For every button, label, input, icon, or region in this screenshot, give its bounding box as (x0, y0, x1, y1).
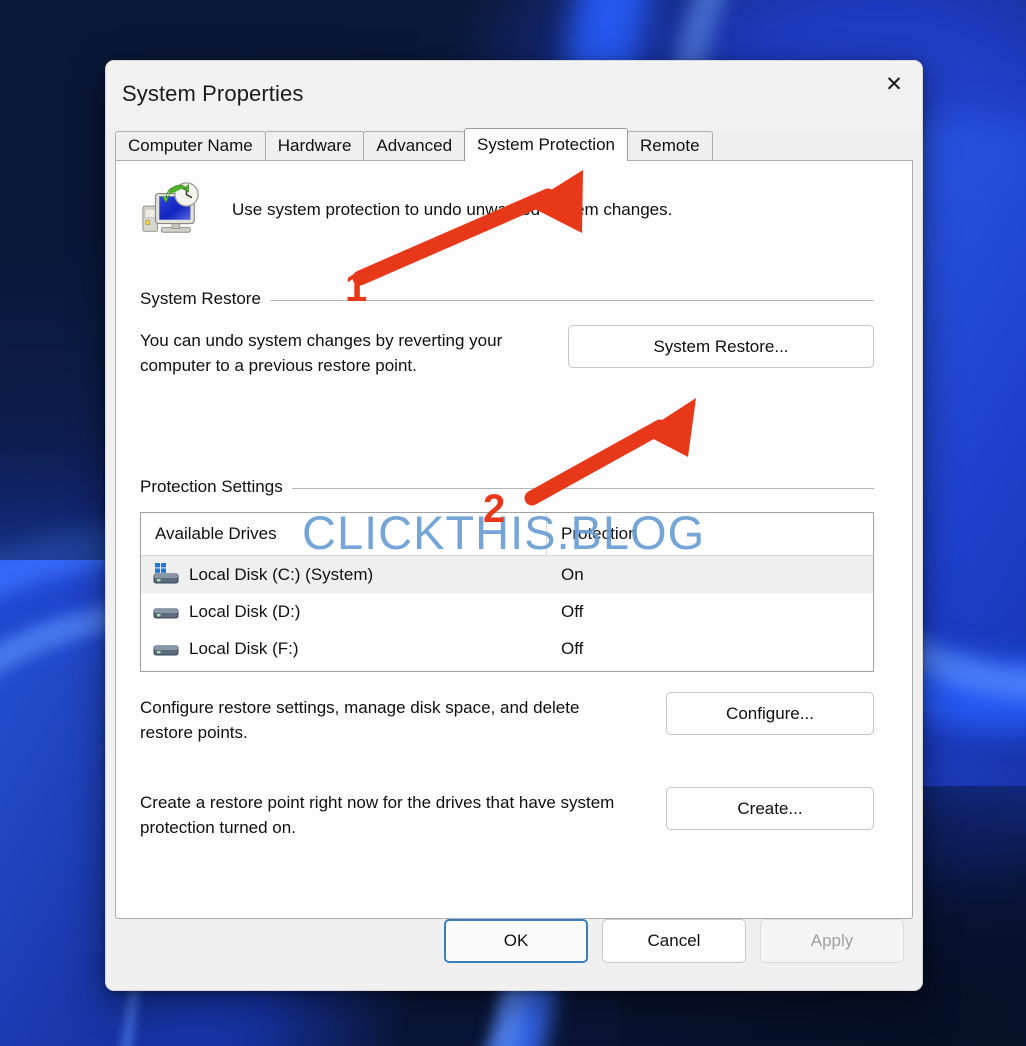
close-icon: ✕ (885, 71, 903, 96)
tab-system-protection[interactable]: System Protection (464, 128, 628, 161)
protection-header: Use system protection to undo unwanted s… (140, 179, 672, 241)
protection-settings-group: Protection Settings Available Drives Pro… (140, 477, 874, 841)
drive-label: Local Disk (C:) (System) (189, 564, 374, 584)
tab-hardware[interactable]: Hardware (264, 131, 365, 160)
create-row: Create a restore point right now for the… (140, 787, 874, 840)
drive-icon (153, 637, 179, 661)
table-header-row: Available Drives Protection (141, 513, 873, 556)
system-protection-icon (140, 179, 202, 241)
protection-status: On (561, 564, 584, 584)
title-bar: System Properties ✕ (106, 61, 922, 129)
system-restore-group: System Restore You can undo system chang… (140, 289, 874, 378)
apply-button: Apply (760, 919, 904, 963)
configure-button[interactable]: Configure... (666, 692, 874, 735)
protection-status: Off (561, 601, 584, 621)
available-drives-table[interactable]: Available Drives Protection Local Disk (… (140, 512, 874, 672)
protection-settings-group-title: Protection Settings (140, 477, 283, 496)
dialog-button-bar: OK Cancel Apply (106, 892, 922, 990)
group-divider-rule (291, 487, 874, 489)
drive-cell: Local Disk (F:) (141, 637, 547, 661)
system-restore-group-title: System Restore (140, 289, 261, 308)
system-restore-row: You can undo system changes by reverting… (140, 325, 874, 378)
drive-cell: Local Disk (D:) (141, 600, 547, 624)
system-restore-button[interactable]: System Restore... (568, 325, 874, 368)
protection-description: Use system protection to undo unwanted s… (232, 200, 673, 219)
drive-label: Local Disk (F:) (189, 638, 299, 658)
group-divider-rule (269, 299, 874, 301)
ok-button[interactable]: OK (444, 919, 588, 963)
protection-settings-group-header: Protection Settings (140, 477, 874, 497)
column-header-protection: Protection (561, 524, 638, 543)
cancel-button[interactable]: Cancel (602, 919, 746, 963)
table-row[interactable]: Local Disk (D:) Off (141, 593, 873, 630)
configure-description: Configure restore settings, manage disk … (140, 698, 580, 742)
close-button[interactable]: ✕ (866, 61, 922, 107)
protection-status: Off (561, 638, 584, 658)
tab-strip: Computer Name Hardware Advanced System P… (115, 128, 913, 161)
tab-advanced[interactable]: Advanced (363, 131, 466, 160)
system-properties-dialog: System Properties ✕ Computer Name Hardwa… (105, 60, 923, 991)
drive-icon (153, 600, 179, 624)
tab-remote[interactable]: Remote (627, 131, 713, 160)
drive-label: Local Disk (D:) (189, 601, 301, 621)
system-protection-tab-page: Use system protection to undo unwanted s… (115, 161, 913, 919)
create-button[interactable]: Create... (666, 787, 874, 831)
column-header-available-drives: Available Drives (141, 513, 547, 555)
drive-cell: Local Disk (C:) (System) (141, 562, 547, 587)
system-drive-icon (153, 562, 179, 587)
desktop-background: System Properties ✕ Computer Name Hardwa… (0, 0, 1026, 1046)
window-title: System Properties (122, 81, 304, 106)
system-restore-description: You can undo system changes by reverting… (140, 331, 503, 375)
configure-row: Configure restore settings, manage disk … (140, 692, 874, 745)
create-description: Create a restore point right now for the… (140, 793, 615, 837)
table-row[interactable]: Local Disk (F:) Off (141, 630, 873, 667)
tab-computer-name[interactable]: Computer Name (115, 131, 266, 160)
system-restore-group-header: System Restore (140, 289, 874, 309)
table-row[interactable]: Local Disk (C:) (System) On (141, 556, 873, 593)
